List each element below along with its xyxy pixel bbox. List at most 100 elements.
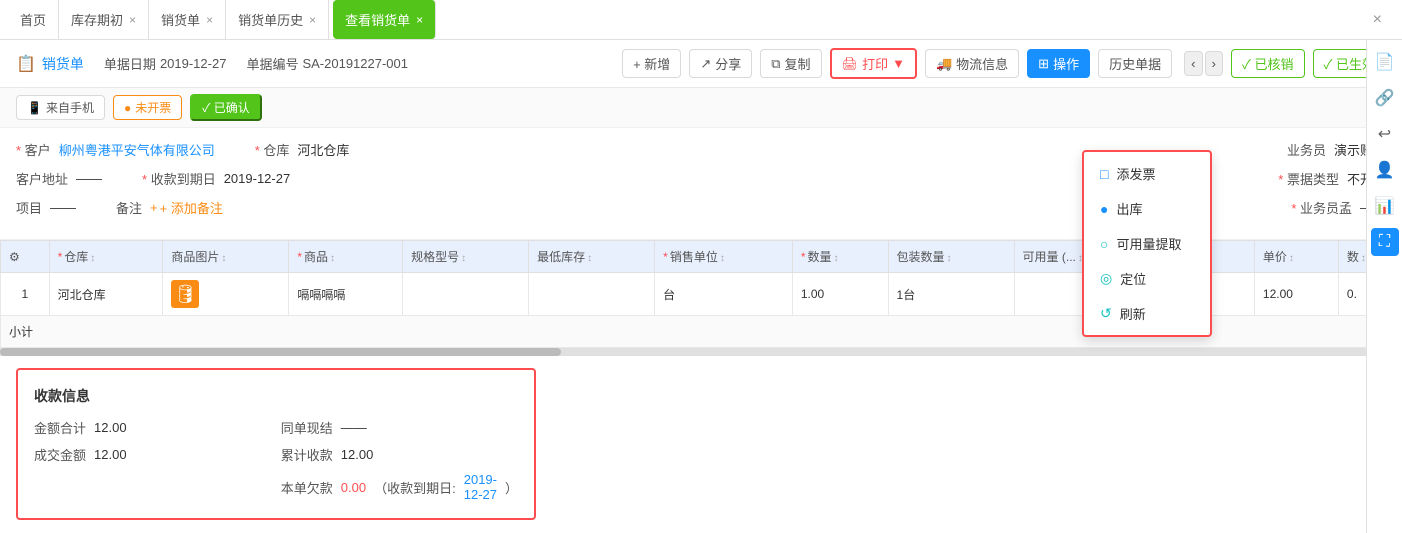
total-amount-label: 金额合计 [34,418,86,437]
truck-icon: 🚚 [936,56,952,72]
add-invoice-label: 添发票 [1116,164,1155,183]
menu-outbound[interactable]: ● 出库 [1084,191,1210,226]
customer-label: 客户 [16,140,51,159]
tab-sales-order[interactable]: 销货单 × [149,0,226,39]
payment-due-value: 2019-12-27 [224,171,291,186]
new-button[interactable]: + 新增 [622,49,681,78]
copy-button[interactable]: ⧉ 复制 [760,49,821,78]
payment-due-label: 收款到期日 [142,169,216,188]
sidebar-user-icon[interactable]: 👤 [1371,156,1399,184]
nav-arrows: ‹ › [1184,51,1223,76]
col-unit-price: 单价↕ [1254,241,1338,273]
project-label: 项目 [16,198,42,217]
note-field: 备注 + + 添加备注 [116,198,223,217]
customer-value[interactable]: 柳州粤港平安气体有限公司 [59,140,215,159]
salesperson-label: 业务员 [1287,140,1326,159]
print-dropdown-icon: ▼ [892,56,905,71]
col-gear[interactable]: ⚙ [1,241,50,273]
row-warehouse: 河北仓库 [49,273,163,316]
doc-title: 📋 销货单 [16,54,84,74]
close-all-button[interactable]: × [1361,11,1394,29]
scrollbar[interactable] [0,348,1402,356]
total-amount-value: 12.00 [94,420,127,435]
add-note-button[interactable]: + + 添加备注 [150,198,223,217]
sidebar-chart-icon[interactable]: 📊 [1371,192,1399,220]
ticket-type-label: 票据类型 [1278,169,1339,188]
not-opened-button[interactable]: ● 未开票 [113,95,182,120]
locate-label: 定位 [1120,269,1146,288]
due-amount-row: 本单欠款 0.00 （收款到期日: 2019-12-27 ） [281,472,518,502]
row-sales-unit: 台 [655,273,793,316]
outbound-label: 出库 [1116,199,1142,218]
history-button[interactable]: 历史单据 [1098,49,1172,78]
tab-home[interactable]: 首页 [8,0,59,39]
tab-sales-history[interactable]: 销货单历史 × [226,0,329,39]
tab-view-sales-close[interactable]: × [416,13,423,27]
scrollbar-thumb[interactable] [0,348,561,356]
copy-icon: ⧉ [771,56,780,72]
col-quantity: *数量↕ [792,241,888,273]
warehouse-label: 仓库 [255,140,290,159]
ticket-icon: ● [124,101,131,115]
due-date-value: 2019-12-27 [464,472,497,502]
salesperson2-label: 业务员孟 [1291,198,1352,217]
due-amount-value: 0.00 [341,480,366,495]
doc-header: 📋 销货单 单据日期 2019-12-27 单据编号 SA-20191227-0… [0,40,1402,88]
sidebar-link-icon[interactable]: 🔗 [1371,84,1399,112]
tab-sales-history-label: 销货单历史 [238,10,303,29]
menu-locate[interactable]: ◎ 定位 [1084,261,1210,296]
tab-inventory-label: 库存期初 [71,10,123,29]
add-invoice-icon: □ [1100,166,1108,182]
warehouse-field: 仓库 河北仓库 [255,140,350,159]
tab-view-sales[interactable]: 查看销货单 × [333,0,436,39]
sidebar-doc-icon[interactable]: 📄 [1371,48,1399,76]
menu-available-extract[interactable]: ○ 可用量提取 [1084,226,1210,261]
operations-button[interactable]: ⊞ 操作 [1027,49,1090,78]
tab-sales-history-close[interactable]: × [309,13,316,27]
from-phone-button[interactable]: 📱 来自手机 [16,95,105,120]
payment-due-field: 收款到期日 2019-12-27 [142,169,290,188]
product-thumbnail: 🛢 [171,280,199,308]
share-icon: ↗ [700,56,711,72]
accumulated-receipt-row: 累计收款 12.00 [281,445,518,464]
next-button[interactable]: › [1205,51,1223,76]
customer-field: 客户 柳州粤港平安气体有限公司 [16,140,215,159]
doc-number-value: SA-20191227-001 [302,56,408,71]
row-pack-qty: 1台 [888,273,1014,316]
sidebar-expand-icon[interactable]: ⛶ [1371,228,1399,256]
note-label: 备注 [116,198,142,217]
address-label: 客户地址 [16,169,68,188]
locate-icon: ◎ [1100,270,1112,287]
doc-date-label: 单据日期 2019-12-27 [104,54,227,73]
tab-sales-order-close[interactable]: × [206,13,213,27]
row-product: 嗝嗝嗝嗝 [289,273,403,316]
col-image: 商品图片↕ [163,241,289,273]
deal-amount-label: 成交金额 [34,445,86,464]
menu-refresh[interactable]: ↺ 刷新 [1084,296,1210,331]
available-extract-label: 可用量提取 [1116,234,1181,253]
print-icon: 🖨 [842,56,859,72]
prev-button[interactable]: ‹ [1184,51,1202,76]
tab-home-label: 首页 [20,10,46,29]
grid-icon: ⊞ [1038,56,1049,72]
payment-section: 收款信息 金额合计 12.00 同单现结 —— 成交金额 12.00 累计收款 … [16,368,536,520]
logistics-button[interactable]: 🚚 物流信息 [925,49,1019,78]
sold-button[interactable]: ✓ 已核销 [1231,49,1305,78]
tab-inventory-init[interactable]: 库存期初 × [59,0,149,39]
menu-add-invoice[interactable]: □ 添发票 [1084,156,1210,191]
due-amount-label: 本单欠款 [281,478,333,497]
project-field: 项目 —— [16,198,76,217]
available-extract-icon: ○ [1100,236,1108,252]
tab-inventory-close[interactable]: × [129,13,136,27]
share-button[interactable]: ↗ 分享 [689,49,752,78]
col-spec: 规格型号↕ [403,241,529,273]
project-value: —— [50,200,76,215]
print-button[interactable]: 🖨 打印 ▼ [830,48,917,79]
payment-grid: 金额合计 12.00 同单现结 —— 成交金额 12.00 累计收款 12.00… [34,418,518,502]
sidebar-return-icon[interactable]: ↩ [1371,120,1399,148]
tab-sales-order-label: 销货单 [161,10,200,29]
confirm-button[interactable]: ✓ 已确认 [190,94,262,121]
doc-meta: 单据日期 2019-12-27 单据编号 SA-20191227-001 [104,54,408,73]
right-sidebar: 📄 🔗 ↩ 👤 📊 ⛶ [1366,40,1402,533]
row-image: 🛢 [163,273,289,316]
